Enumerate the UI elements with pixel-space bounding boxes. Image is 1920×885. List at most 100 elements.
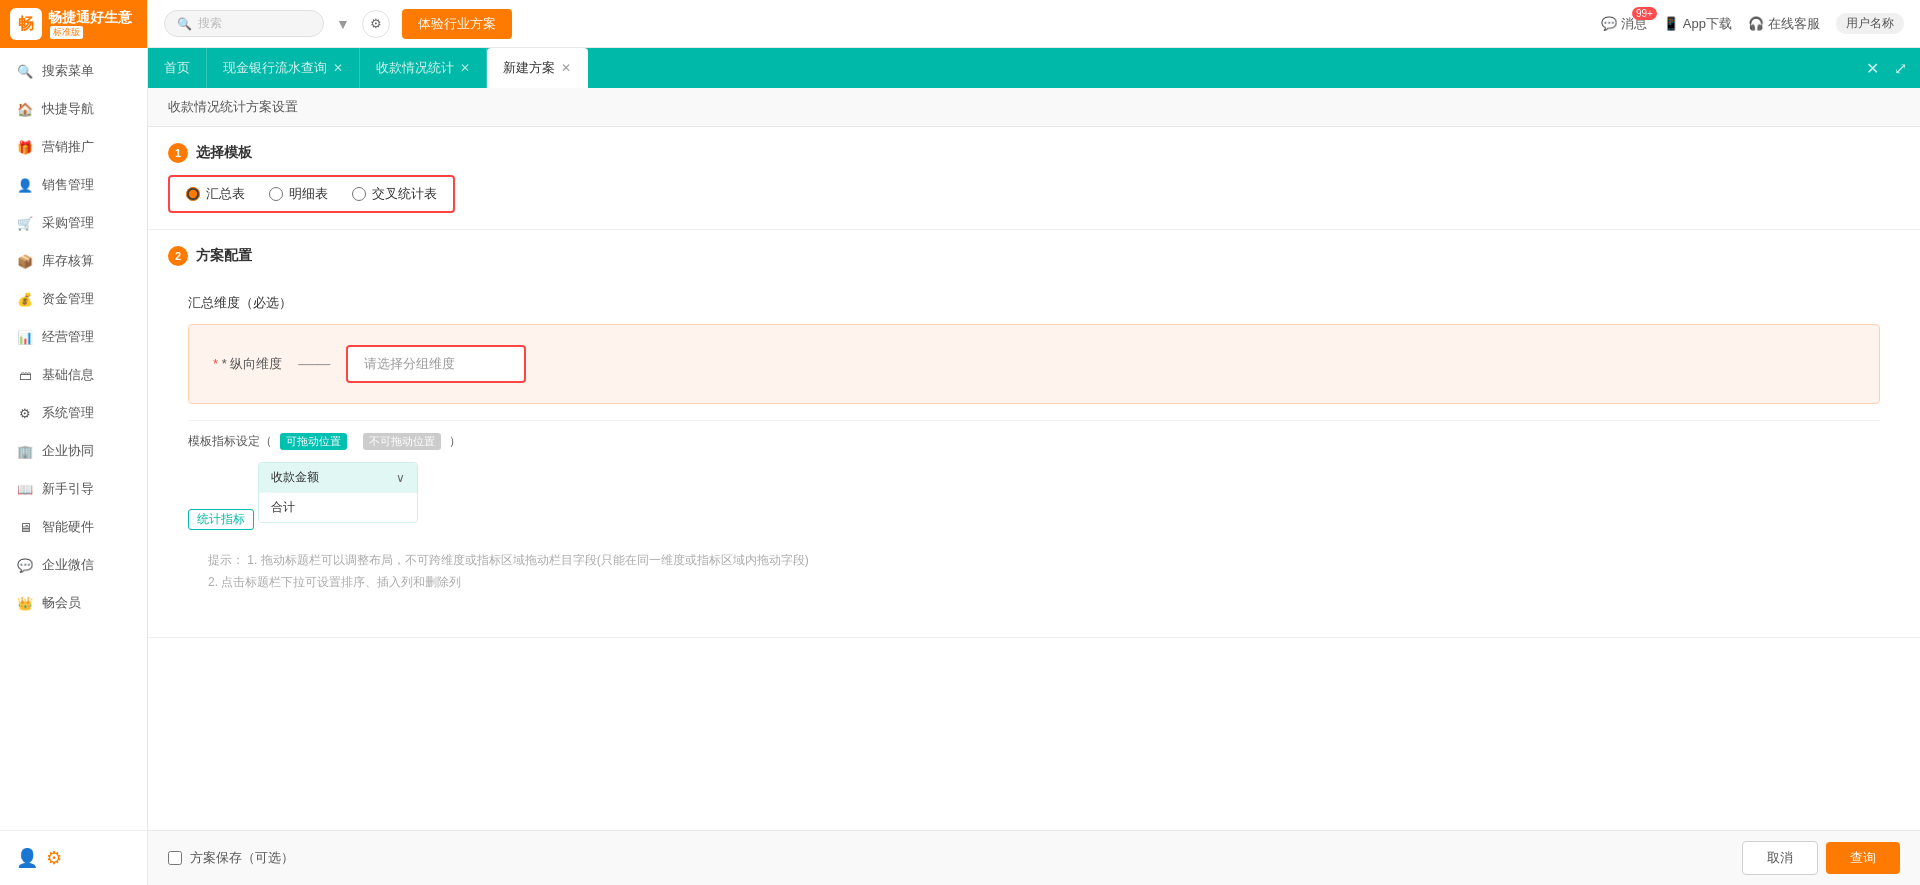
sidebar-item-label: 销售管理 — [42, 176, 94, 194]
tab-home[interactable]: 首页 — [148, 48, 207, 88]
step2-label: 方案配置 — [196, 247, 252, 265]
tab-cashflow-close[interactable]: ✕ — [333, 62, 343, 74]
sidebar-item-quick-nav[interactable]: 🏠 快捷导航 — [0, 90, 147, 128]
topbar-dropdown[interactable]: ▼ — [336, 16, 350, 32]
draggable-badge: 可拖动位置 — [280, 433, 347, 450]
settings-button[interactable]: ⚙ — [362, 10, 390, 38]
sidebar-item-label: 新手引导 — [42, 480, 94, 498]
support-icon: 🎧 — [1748, 16, 1764, 31]
search-bar-icon: 🔍 — [177, 17, 192, 31]
query-button[interactable]: 查询 — [1826, 842, 1900, 874]
sidebar-item-sales[interactable]: 👤 销售管理 — [0, 166, 147, 204]
sidebar-item-wechat[interactable]: 💬 企业微信 — [0, 546, 147, 584]
dimension-selector[interactable]: 请选择分组维度 — [346, 345, 526, 383]
sidebar-item-member[interactable]: 👑 畅会员 — [0, 584, 147, 622]
sidebar-item-label: 畅会员 — [42, 594, 81, 612]
radio-summary-input[interactable] — [186, 187, 200, 201]
sidebar-item-label: 基础信息 — [42, 366, 94, 384]
footer-bar: 方案保存（可选） 取消 查询 — [148, 830, 1920, 885]
config-area: 汇总维度（必选） * * 纵向维度 —— 请选择分组维度 — [168, 278, 1900, 621]
support-button[interactable]: 🎧 在线客服 — [1748, 15, 1820, 33]
metrics-hint-text: 模板指标设定（ — [188, 433, 272, 450]
save-checkbox[interactable] — [168, 851, 182, 865]
sidebar-item-label: 资金管理 — [42, 290, 94, 308]
radio-detail-input[interactable] — [269, 187, 283, 201]
template-selection-box: 汇总表 明细表 交叉统计表 — [168, 175, 455, 213]
sidebar-item-basic[interactable]: 🗃 基础信息 — [0, 356, 147, 394]
tab-cashflow[interactable]: 现金银行流水查询 ✕ — [207, 48, 360, 88]
sidebar-bottom-item[interactable]: 👤 ⚙ — [0, 839, 147, 877]
cart-icon: 🛒 — [16, 214, 34, 232]
step2-badge: 2 — [168, 246, 188, 266]
sidebar-item-operation[interactable]: 📊 经营管理 — [0, 318, 147, 356]
metrics-table-row: 合计 — [259, 492, 417, 522]
metrics-hint-row: 模板指标设定（ 可拖动位置 不可拖动位置 ） — [188, 433, 1880, 450]
sidebar-item-marketing[interactable]: 🎁 营销推广 — [0, 128, 147, 166]
main-area: 🔍 搜索 ▼ ⚙ 体验行业方案 💬 消息 99+ 📱 App下载 🎧 在线客服 — [148, 0, 1920, 885]
topbar: 🔍 搜索 ▼ ⚙ 体验行业方案 💬 消息 99+ 📱 App下载 🎧 在线客服 — [148, 0, 1920, 48]
gift-icon: 🎁 — [16, 138, 34, 156]
tab-home-label: 首页 — [164, 59, 190, 77]
radio-detail[interactable]: 明细表 — [269, 185, 328, 203]
search-bar[interactable]: 🔍 搜索 — [164, 10, 324, 37]
arrow-icon: —— — [298, 355, 330, 373]
person-icon: 👤 — [16, 176, 34, 194]
sidebar-nav: 🔍 搜索菜单 🏠 快捷导航 🎁 营销推广 👤 销售管理 🛒 采购管理 📦 库存核… — [0, 48, 147, 830]
radio-summary[interactable]: 汇总表 — [186, 185, 245, 203]
version-badge: 标准版 — [50, 26, 83, 39]
sidebar-item-label: 智能硬件 — [42, 518, 94, 536]
tab-new-plan-close[interactable]: ✕ — [561, 62, 571, 74]
user-avatar-icon: 👤 — [16, 847, 38, 869]
dimension-section-title: 汇总维度（必选） — [188, 294, 1880, 312]
content-inner: 收款情况统计方案设置 1 选择模板 汇总表 明细表 — [148, 88, 1920, 885]
radio-cross-input[interactable] — [352, 187, 366, 201]
tab-new-plan[interactable]: 新建方案 ✕ — [487, 48, 588, 88]
mobile-icon: 📱 — [1663, 16, 1679, 31]
metrics-table: 收款金额 ∨ 合计 — [258, 462, 418, 523]
radio-detail-label: 明细表 — [289, 185, 328, 203]
support-label: 在线客服 — [1768, 15, 1820, 33]
metrics-table-header[interactable]: 收款金额 ∨ — [259, 463, 417, 492]
sidebar-item-hardware[interactable]: 🖥 智能硬件 — [0, 508, 147, 546]
sidebar-item-label: 经营管理 — [42, 328, 94, 346]
tab-expand-btn[interactable]: ⤢ — [1888, 56, 1912, 80]
step1-title: 1 选择模板 — [168, 143, 1900, 163]
tab-receipt-stats[interactable]: 收款情况统计 ✕ — [360, 48, 487, 88]
home-icon: 🏠 — [16, 100, 34, 118]
step1-label: 选择模板 — [196, 144, 252, 162]
sidebar-item-enterprise[interactable]: 🏢 企业协同 — [0, 432, 147, 470]
sidebar-item-label: 快捷导航 — [42, 100, 94, 118]
tab-close-btn[interactable]: ✕ — [1860, 56, 1884, 80]
logo-icon: 畅 — [10, 8, 42, 40]
chevron-down-icon: ∨ — [396, 471, 405, 485]
gear-icon: ⚙ — [16, 404, 34, 422]
sidebar-item-system[interactable]: ⚙ 系统管理 — [0, 394, 147, 432]
chat-icon: 💬 — [16, 556, 34, 574]
dimension-row: * * 纵向维度 —— 请选择分组维度 — [213, 345, 1855, 383]
vertical-dimension-label: * * 纵向维度 — [213, 355, 282, 373]
tab-receipt-stats-close[interactable]: ✕ — [460, 62, 470, 74]
tab-new-plan-label: 新建方案 — [503, 59, 555, 77]
metrics-section: 模板指标设定（ 可拖动位置 不可拖动位置 ） 统计指标 收款金额 ∨ — [188, 420, 1880, 538]
sidebar-item-search[interactable]: 🔍 搜索菜单 — [0, 52, 147, 90]
required-star: * — [213, 356, 218, 371]
notification-button[interactable]: 💬 消息 99+ — [1601, 15, 1647, 33]
cancel-button[interactable]: 取消 — [1742, 841, 1818, 875]
user-menu[interactable]: 用户名称 — [1836, 13, 1904, 34]
download-button[interactable]: 📱 App下载 — [1663, 15, 1732, 33]
chart-icon: 📊 — [16, 328, 34, 346]
metrics-hint-suffix: ） — [449, 433, 461, 450]
radio-cross[interactable]: 交叉统计表 — [352, 185, 437, 203]
sidebar-item-finance[interactable]: 💰 资金管理 — [0, 280, 147, 318]
sidebar-item-purchase[interactable]: 🛒 采购管理 — [0, 204, 147, 242]
sidebar-item-newbie[interactable]: 📖 新手引导 — [0, 470, 147, 508]
trial-button[interactable]: 体验行业方案 — [402, 9, 512, 39]
sidebar-item-label: 营销推广 — [42, 138, 94, 156]
sidebar-item-label: 搜索菜单 — [42, 62, 94, 80]
sidebar-item-label: 采购管理 — [42, 214, 94, 232]
sidebar-item-inventory[interactable]: 📦 库存核算 — [0, 242, 147, 280]
tip-2: 2. 点击标题栏下拉可设置排序、插入列和删除列 — [208, 572, 1860, 594]
chevron-down-icon: ▼ — [336, 16, 350, 32]
search-placeholder: 搜索 — [198, 15, 222, 32]
tip-1: 提示： 1. 拖动标题栏可以调整布局，不可跨维度或指标区域拖动栏目字段(只能在同… — [208, 550, 1860, 572]
